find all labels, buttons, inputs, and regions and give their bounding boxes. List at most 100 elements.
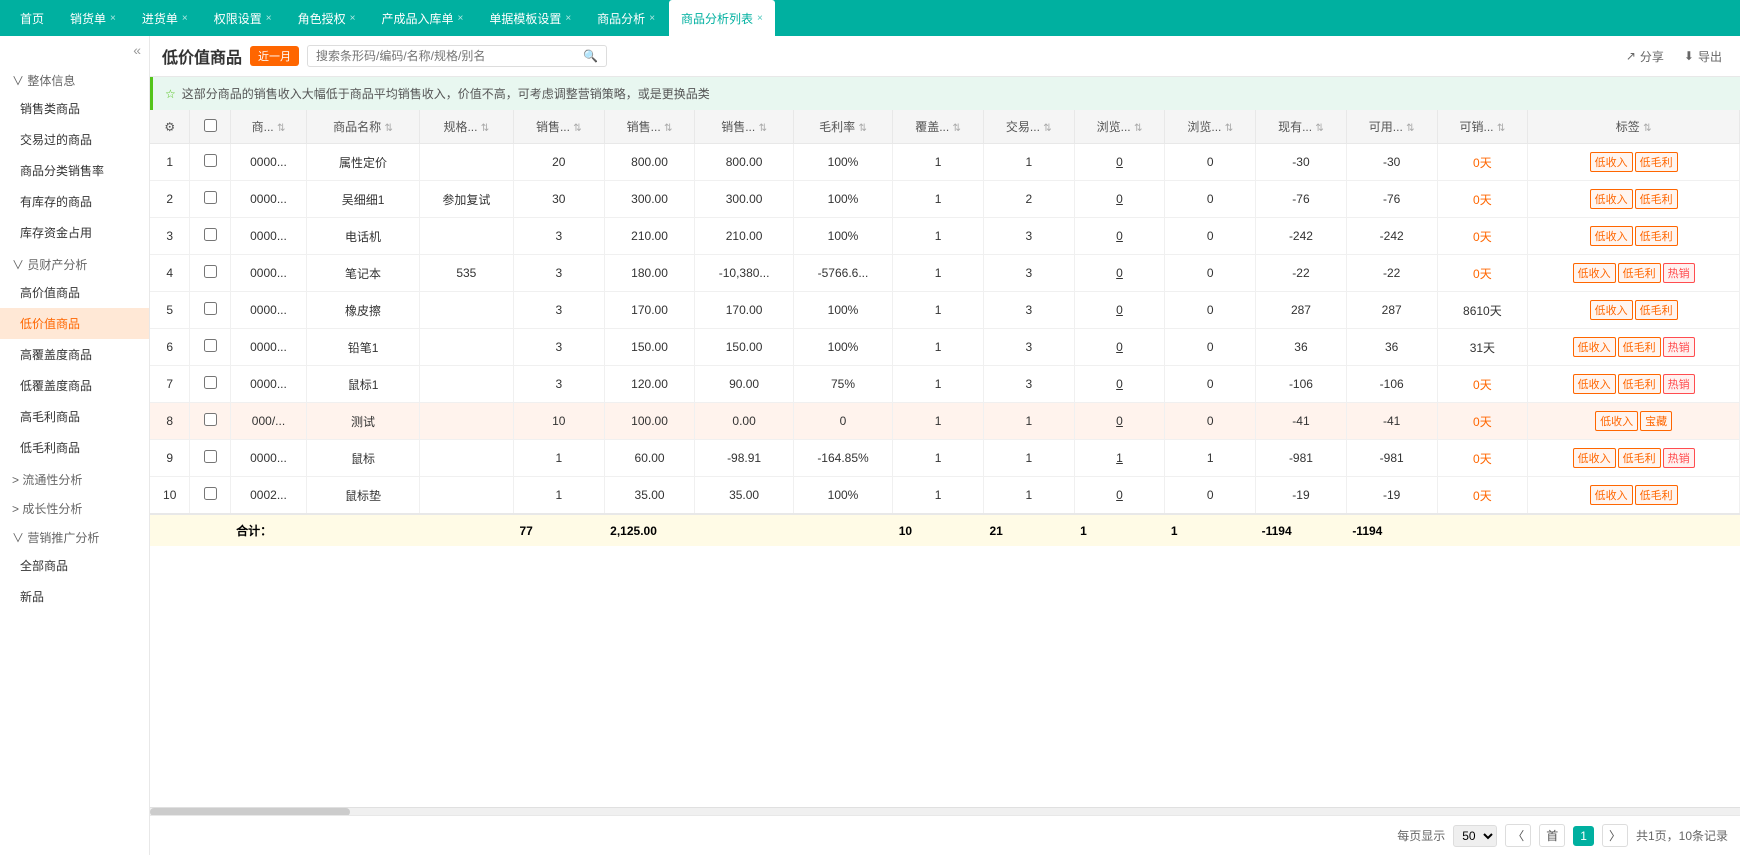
nav-item-商品分析列表[interactable]: 商品分析列表×: [669, 0, 775, 36]
col-header-views2[interactable]: 浏览... ⇅: [1165, 110, 1256, 144]
col-header-sales_qty[interactable]: 销售... ⇅: [513, 110, 604, 144]
scrollbar-area[interactable]: [150, 807, 1740, 815]
row-views1: 0: [1074, 292, 1165, 329]
sidebar-item-低覆盖度商品[interactable]: 低覆盖度商品: [0, 370, 149, 401]
close-icon[interactable]: ×: [757, 13, 763, 24]
row-sales-cost: 150.00: [695, 329, 793, 366]
nav-item-单据模板设置[interactable]: 单据模板设置×: [477, 0, 583, 36]
sidebar-item-高覆盖度商品[interactable]: 高覆盖度商品: [0, 339, 149, 370]
nav-item-角色授权[interactable]: 角色授权×: [286, 0, 368, 36]
col-header-transactions[interactable]: 交易... ⇅: [983, 110, 1074, 144]
col-header-coverage[interactable]: 覆盖... ⇅: [893, 110, 984, 144]
sidebar-item-高毛利商品[interactable]: 高毛利商品: [0, 401, 149, 432]
period-button[interactable]: 近一月: [250, 46, 299, 66]
row-select-checkbox[interactable]: [204, 228, 217, 241]
views-link[interactable]: 0: [1116, 377, 1123, 391]
sidebar-group-∨ 整体信息[interactable]: ∨ 整体信息: [0, 64, 149, 93]
table-row: 20000...吴细细1参加复试30300.00300.00100%1200-7…: [150, 181, 1740, 218]
sidebar-collapse-button[interactable]: «: [131, 40, 143, 60]
views-link[interactable]: 0: [1116, 229, 1123, 243]
row-tags: 低收入低毛利: [1528, 292, 1740, 329]
close-icon[interactable]: ×: [649, 13, 655, 24]
page-number-input[interactable]: 1: [1573, 826, 1594, 846]
col-header-tags[interactable]: 标签 ⇅: [1528, 110, 1740, 144]
views-link[interactable]: 0: [1116, 266, 1123, 280]
col-header-code[interactable]: 商... ⇅: [230, 110, 307, 144]
sidebar-item-销售类商品[interactable]: 销售类商品: [0, 93, 149, 124]
sidebar-item-低毛利商品[interactable]: 低毛利商品: [0, 432, 149, 463]
close-icon[interactable]: ×: [110, 13, 116, 24]
sidebar-item-新品[interactable]: 新品: [0, 581, 149, 612]
sidebar-item-全部商品[interactable]: 全部商品: [0, 550, 149, 581]
page-nav-prev[interactable]: 〈: [1505, 824, 1531, 847]
sidebar-group-> 成长性分析[interactable]: > 成长性分析: [0, 492, 149, 521]
sidebar-item-低价值商品[interactable]: 低价值商品: [0, 308, 149, 339]
table-row: 8000/...测试10100.000.0001100-41-410天低收入宝藏: [150, 403, 1740, 440]
page-nav-first[interactable]: 首: [1539, 824, 1565, 847]
col-header-spec[interactable]: 规格... ⇅: [419, 110, 513, 144]
row-sales-amt: 60.00: [604, 440, 695, 477]
row-checkbox: [190, 144, 230, 181]
nav-item-商品分析[interactable]: 商品分析×: [585, 0, 667, 36]
close-icon[interactable]: ×: [350, 13, 356, 24]
row-sales-amt: 100.00: [604, 403, 695, 440]
share-button[interactable]: ↗ 分享: [1620, 45, 1670, 68]
table-container: ⚙商... ⇅商品名称 ⇅规格... ⇅销售... ⇅销售... ⇅销售... …: [150, 110, 1740, 807]
row-available: -242: [1346, 218, 1437, 255]
col-header-sellable[interactable]: 可销... ⇅: [1437, 110, 1528, 144]
views-link[interactable]: 1: [1116, 451, 1123, 465]
views-link[interactable]: 0: [1116, 303, 1123, 317]
row-select-checkbox[interactable]: [204, 302, 217, 315]
col-header-current_stock[interactable]: 现有... ⇅: [1256, 110, 1347, 144]
sidebar-item-交易过的商品[interactable]: 交易过的商品: [0, 124, 149, 155]
row-select-checkbox[interactable]: [204, 450, 217, 463]
export-button[interactable]: ⬇ 导出: [1678, 45, 1728, 68]
row-sales-cost: 800.00: [695, 144, 793, 181]
row-select-checkbox[interactable]: [204, 413, 217, 426]
sidebar-group-∨ 员财产分析[interactable]: ∨ 员财产分析: [0, 248, 149, 277]
row-select-checkbox[interactable]: [204, 339, 217, 352]
views-link[interactable]: 0: [1116, 192, 1123, 206]
views-link[interactable]: 0: [1116, 340, 1123, 354]
per-page-select[interactable]: 50: [1453, 825, 1497, 847]
row-select-checkbox[interactable]: [204, 191, 217, 204]
close-icon[interactable]: ×: [457, 13, 463, 24]
sidebar-item-商品分类销售率[interactable]: 商品分类销售率: [0, 155, 149, 186]
sidebar-group-∨ 营销推广分析[interactable]: ∨ 营销推广分析: [0, 521, 149, 550]
row-select-checkbox[interactable]: [204, 265, 217, 278]
row-select-checkbox[interactable]: [204, 154, 217, 167]
col-header-views1[interactable]: 浏览... ⇅: [1074, 110, 1165, 144]
views-link[interactable]: 0: [1116, 414, 1123, 428]
views-link[interactable]: 0: [1116, 488, 1123, 502]
close-icon[interactable]: ×: [565, 13, 571, 24]
nav-item-进货单[interactable]: 进货单×: [130, 0, 200, 36]
col-header-margin[interactable]: 毛利率 ⇅: [793, 110, 892, 144]
col-header-available[interactable]: 可用... ⇅: [1346, 110, 1437, 144]
nav-item-权限设置[interactable]: 权限设置×: [202, 0, 284, 36]
search-input[interactable]: [316, 49, 579, 63]
views-link[interactable]: 0: [1116, 155, 1123, 169]
close-icon[interactable]: ×: [182, 13, 188, 24]
select-all-checkbox[interactable]: [204, 119, 217, 132]
row-spec: 参加复试: [419, 181, 513, 218]
row-select-checkbox[interactable]: [204, 376, 217, 389]
row-select-checkbox[interactable]: [204, 487, 217, 500]
col-header-sales_cost[interactable]: 销售... ⇅: [695, 110, 793, 144]
col-header-name[interactable]: 商品名称 ⇅: [307, 110, 419, 144]
col-header-checkbox[interactable]: [190, 110, 230, 144]
sidebar-item-高价值商品[interactable]: 高价值商品: [0, 277, 149, 308]
tag-label: 低收入: [1573, 337, 1616, 357]
tag-label: 低收入: [1595, 411, 1638, 431]
nav-item-首页[interactable]: 首页: [8, 0, 56, 36]
col-header-settings[interactable]: ⚙: [150, 110, 190, 144]
sidebar-item-库存资金占用[interactable]: 库存资金占用: [0, 217, 149, 248]
close-icon[interactable]: ×: [266, 13, 272, 24]
footer-cell-14: -1194: [1346, 514, 1437, 546]
nav-item-产成品入库单[interactable]: 产成品入库单×: [369, 0, 475, 36]
sidebar-item-有库存的商品[interactable]: 有库存的商品: [0, 186, 149, 217]
sidebar-group-> 流通性分析[interactable]: > 流通性分析: [0, 463, 149, 492]
col-header-sales_amt[interactable]: 销售... ⇅: [604, 110, 695, 144]
nav-item-销货单[interactable]: 销货单×: [58, 0, 128, 36]
page-nav-next[interactable]: 〉: [1602, 824, 1628, 847]
search-box[interactable]: 🔍: [307, 45, 607, 67]
